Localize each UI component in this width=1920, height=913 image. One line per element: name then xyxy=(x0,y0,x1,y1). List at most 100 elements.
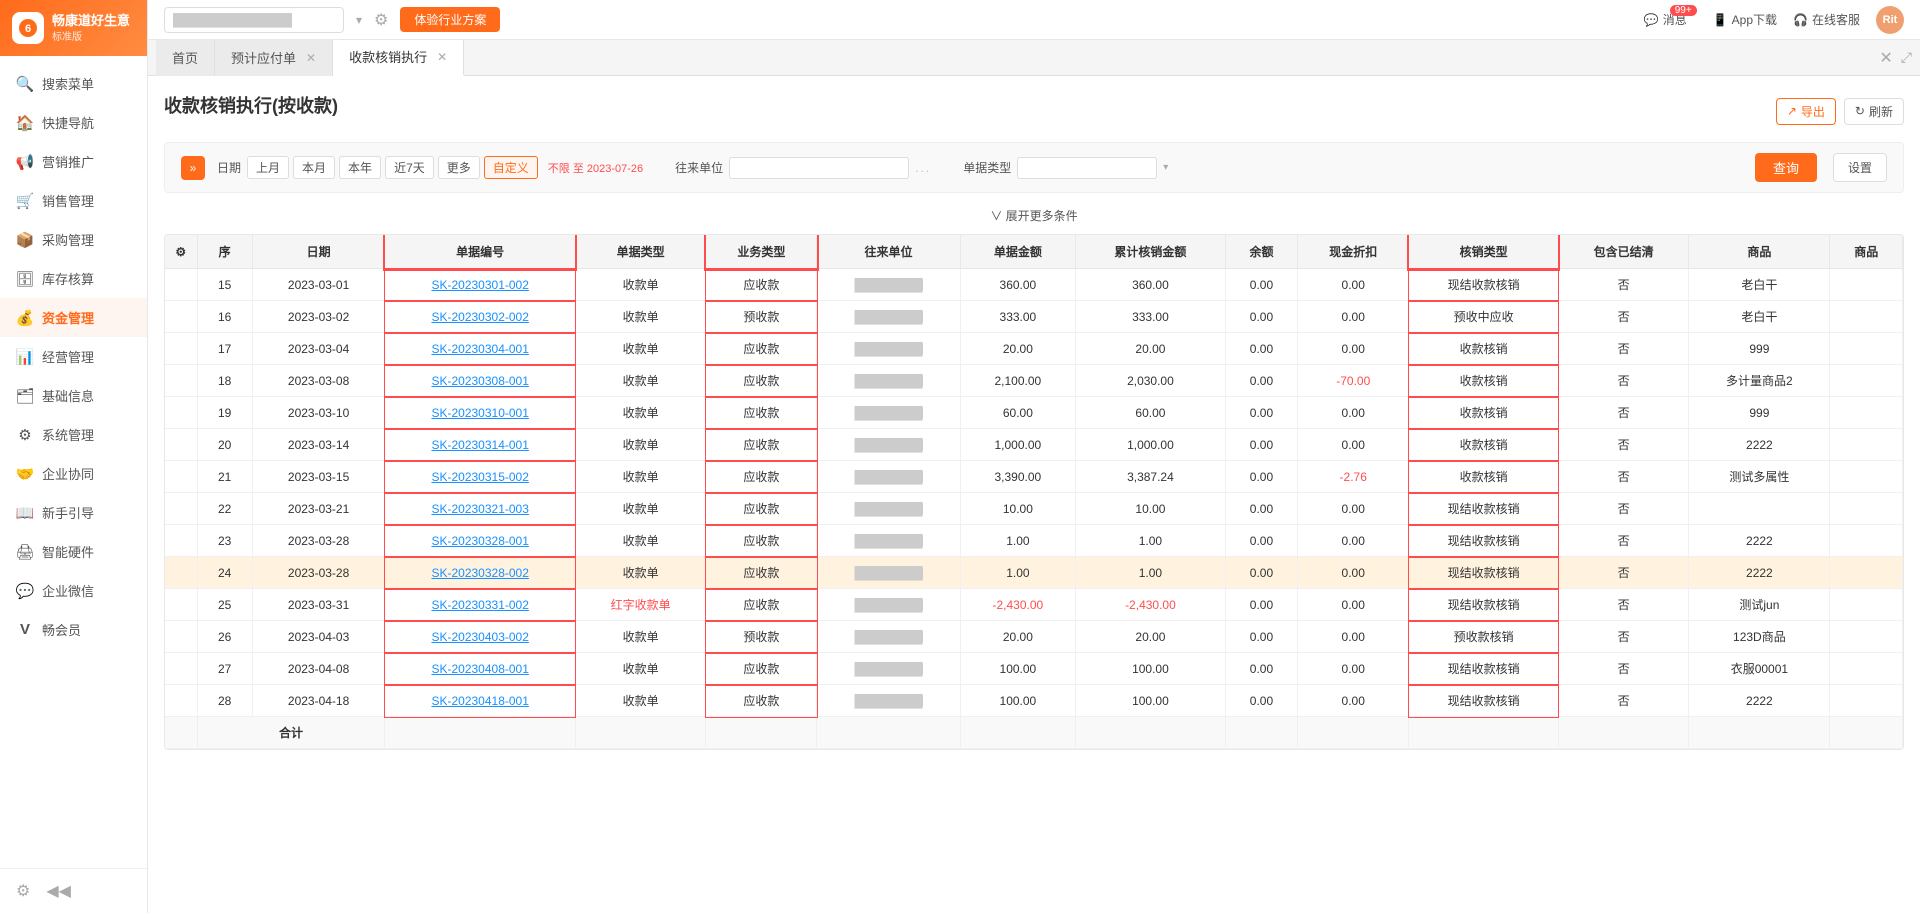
tab-collection[interactable]: 收款核销执行 ✕ xyxy=(333,40,464,76)
th-settings[interactable]: ⚙ xyxy=(165,235,197,269)
doc-no-link[interactable]: SK-20230304-001 xyxy=(431,342,528,356)
table-row[interactable]: 22 2023-03-21 SK-20230321-003 收款单 应收款 ██… xyxy=(165,493,1903,525)
receipt-type-select[interactable] xyxy=(1017,157,1157,179)
doc-no-link[interactable]: SK-20230321-003 xyxy=(431,502,528,516)
table-row[interactable]: 27 2023-04-08 SK-20230408-001 收款单 应收款 ██… xyxy=(165,653,1903,685)
sidebar-item-vip[interactable]: V 畅会员 xyxy=(0,610,147,649)
tabbar-expand-icon[interactable]: ⤢ xyxy=(1901,49,1912,66)
doc-no-link[interactable]: SK-20230331-002 xyxy=(431,598,528,612)
sidebar-item-operation[interactable]: 📊 经营管理 xyxy=(0,337,147,376)
sidebar-item-system[interactable]: ⚙ 系统管理 xyxy=(0,415,147,454)
table-row[interactable]: 25 2023-03-31 SK-20230331-002 红字收款单 应收款 … xyxy=(165,589,1903,621)
topbar-gear-icon[interactable]: ⚙ xyxy=(374,10,388,30)
date-btn-thisyear[interactable]: 本年 xyxy=(339,156,381,179)
table-row[interactable]: 16 2023-03-02 SK-20230302-002 收款单 预收款 ██… xyxy=(165,301,1903,333)
sidebar-item-guide[interactable]: 📖 新手引导 xyxy=(0,493,147,532)
sidebar-item-hardware[interactable]: 🖨 智能硬件 xyxy=(0,532,147,571)
doc-no-link[interactable]: SK-20230315-002 xyxy=(431,470,528,484)
sidebar-item-sales[interactable]: 🛒 销售管理 xyxy=(0,181,147,220)
doc-no-link[interactable]: SK-20230328-001 xyxy=(431,534,528,548)
tab-prepay[interactable]: 预计应付单 ✕ xyxy=(215,40,333,76)
cell-doc-no[interactable]: SK-20230328-001 xyxy=(385,525,576,557)
table-row[interactable]: 26 2023-04-03 SK-20230403-002 收款单 预收款 ██… xyxy=(165,621,1903,653)
doc-no-link[interactable]: SK-20230328-002 xyxy=(431,566,528,580)
table-row[interactable]: 21 2023-03-15 SK-20230315-002 收款单 应收款 ██… xyxy=(165,461,1903,493)
table-row[interactable]: 17 2023-03-04 SK-20230304-001 收款单 应收款 ██… xyxy=(165,333,1903,365)
filter-settings-button[interactable]: 设置 xyxy=(1833,153,1887,182)
topbar-search[interactable]: ██████████████ xyxy=(164,7,344,33)
cell-doc-no[interactable]: SK-20230314-001 xyxy=(385,429,576,461)
cell-goods: 老白干 xyxy=(1689,301,1830,333)
tabbar-close-icon[interactable]: ✕ xyxy=(1879,48,1892,68)
cell-doc-no[interactable]: SK-20230310-001 xyxy=(385,397,576,429)
query-button[interactable]: 查询 xyxy=(1755,153,1817,182)
cell-doc-no[interactable]: SK-20230403-002 xyxy=(385,621,576,653)
doc-no-link[interactable]: SK-20230301-002 xyxy=(431,278,528,292)
sidebar-item-basic[interactable]: 🗂 基础信息 xyxy=(0,376,147,415)
cell-include-settled: 否 xyxy=(1558,461,1688,493)
sidebar-item-quicknav[interactable]: 🏠 快捷导航 xyxy=(0,103,147,142)
cell-doc-no[interactable]: SK-20230308-001 xyxy=(385,365,576,397)
avatar[interactable]: Rit xyxy=(1876,6,1904,34)
sidebar-item-finance[interactable]: 💰 资金管理 xyxy=(0,298,147,337)
sidebar-item-marketing[interactable]: 📢 营销推广 xyxy=(0,142,147,181)
cell-discount: 0.00 xyxy=(1298,301,1409,333)
date-btn-lastmonth[interactable]: 上月 xyxy=(247,156,289,179)
table-row[interactable]: 24 2023-03-28 SK-20230328-002 收款单 应收款 ██… xyxy=(165,557,1903,589)
online-service-button[interactable]: 🎧 在线客服 xyxy=(1793,11,1860,28)
cell-doc-type: 收款单 xyxy=(575,269,705,301)
sidebar-item-purchase[interactable]: 📦 采购管理 xyxy=(0,220,147,259)
collapse-icon[interactable]: ◀◀ xyxy=(46,881,71,901)
cell-doc-no[interactable]: SK-20230321-003 xyxy=(385,493,576,525)
doc-no-link[interactable]: SK-20230314-001 xyxy=(431,438,528,452)
sidebar-item-corp[interactable]: 🤝 企业协同 xyxy=(0,454,147,493)
table-row[interactable]: 28 2023-04-18 SK-20230418-001 收款单 应收款 ██… xyxy=(165,685,1903,717)
sidebar-item-inventory[interactable]: 🗄 库存核算 xyxy=(0,259,147,298)
date-btn-custom[interactable]: 自定义 xyxy=(484,156,538,179)
more-conditions-button[interactable]: ∨ 展开更多条件 xyxy=(990,207,1077,224)
solution-button[interactable]: 体验行业方案 xyxy=(400,7,500,32)
dropdown-chevron-icon[interactable]: ▾ xyxy=(356,13,362,27)
collection-tab-close-icon[interactable]: ✕ xyxy=(437,50,447,64)
table-row[interactable]: 19 2023-03-10 SK-20230310-001 收款单 应收款 ██… xyxy=(165,397,1903,429)
date-btn-7days[interactable]: 近7天 xyxy=(385,156,434,179)
partner-input[interactable] xyxy=(729,157,909,179)
date-btn-more[interactable]: 更多 xyxy=(438,156,480,179)
app-download-button[interactable]: 📱 App下载 xyxy=(1713,11,1777,28)
export-button[interactable]: ↗ 导出 xyxy=(1776,98,1836,125)
doc-no-link[interactable]: SK-20230308-001 xyxy=(431,374,528,388)
cell-gear xyxy=(165,429,197,461)
cell-doc-type: 收款单 xyxy=(575,333,705,365)
doc-no-link[interactable]: SK-20230302-002 xyxy=(431,310,528,324)
cell-doc-no[interactable]: SK-20230328-002 xyxy=(385,557,576,589)
filter-expand-button[interactable]: » xyxy=(181,156,205,180)
cell-doc-no[interactable]: SK-20230302-002 xyxy=(385,301,576,333)
cell-doc-type: 收款单 xyxy=(575,525,705,557)
cell-doc-no[interactable]: SK-20230331-002 xyxy=(385,589,576,621)
table-row[interactable]: 20 2023-03-14 SK-20230314-001 收款单 应收款 ██… xyxy=(165,429,1903,461)
doc-no-link[interactable]: SK-20230408-001 xyxy=(431,662,528,676)
doc-no-link[interactable]: SK-20230403-002 xyxy=(431,630,528,644)
table-row[interactable]: 15 2023-03-01 SK-20230301-002 收款单 应收款 ██… xyxy=(165,269,1903,301)
cell-doc-no[interactable]: SK-20230301-002 xyxy=(385,269,576,301)
table-row[interactable]: 18 2023-03-08 SK-20230308-001 收款单 应收款 ██… xyxy=(165,365,1903,397)
cell-doc-no[interactable]: SK-20230418-001 xyxy=(385,685,576,717)
date-btn-thismonth[interactable]: 本月 xyxy=(293,156,335,179)
table-row[interactable]: 23 2023-03-28 SK-20230328-001 收款单 应收款 ██… xyxy=(165,525,1903,557)
doc-no-link[interactable]: SK-20230418-001 xyxy=(431,694,528,708)
cell-doc-no[interactable]: SK-20230408-001 xyxy=(385,653,576,685)
cell-doc-no[interactable]: SK-20230315-002 xyxy=(385,461,576,493)
refresh-button[interactable]: ↻ 刷新 xyxy=(1844,98,1904,125)
tab-home[interactable]: 首页 xyxy=(156,40,215,76)
doc-no-link[interactable]: SK-20230310-001 xyxy=(431,406,528,420)
messages-button[interactable]: 💬 消息 99+ xyxy=(1644,11,1687,28)
sidebar-item-search[interactable]: 🔍 搜索菜单 xyxy=(0,64,147,103)
cell-doc-type: 收款单 xyxy=(575,365,705,397)
cell-date: 2023-03-21 xyxy=(252,493,385,525)
settings-bottom-icon[interactable]: ⚙ xyxy=(16,881,30,901)
sidebar-item-wechat[interactable]: 💬 企业微信 xyxy=(0,571,147,610)
cell-discount: -70.00 xyxy=(1298,365,1409,397)
cell-doc-no[interactable]: SK-20230304-001 xyxy=(385,333,576,365)
sidebar: 6 畅康道好生意 标准版 🔍 搜索菜单 🏠 快捷导航 📢 营销推广 🛒 销售管理… xyxy=(0,0,148,913)
prepay-tab-close-icon[interactable]: ✕ xyxy=(306,51,316,65)
